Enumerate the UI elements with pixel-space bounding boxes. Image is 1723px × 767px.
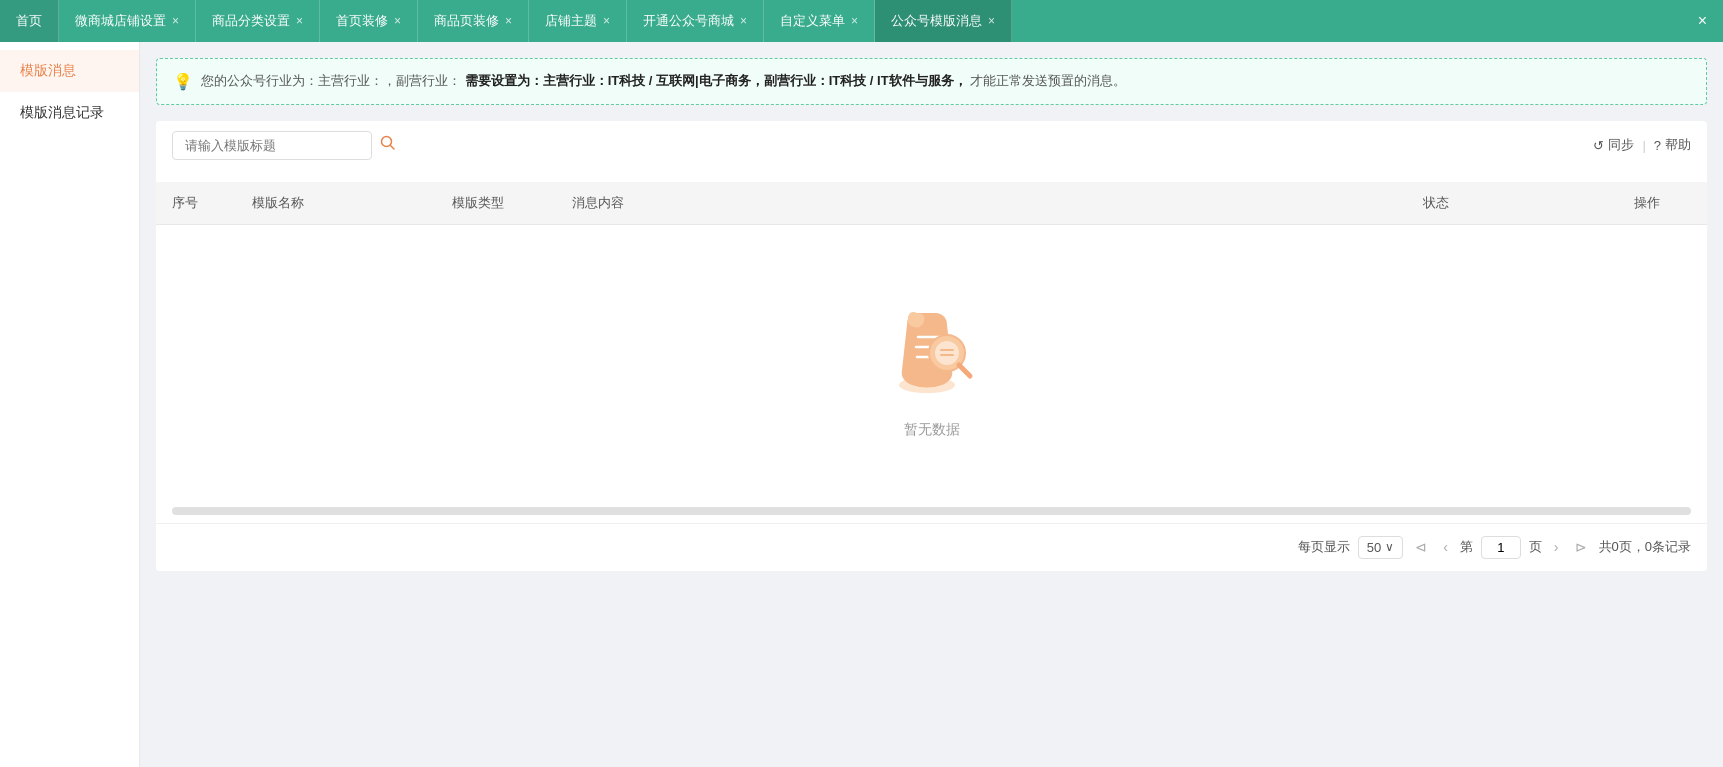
sync-label: 同步 xyxy=(1608,136,1634,154)
search-input[interactable] xyxy=(172,131,372,160)
sidebar-item-template-msg-label: 模版消息 xyxy=(20,62,76,78)
alert-suffix: 才能正常发送预置的消息。 xyxy=(970,73,1126,88)
nav-tab-open-mall-label: 开通公众号商城 xyxy=(643,12,734,30)
nav-tab-home[interactable]: 首页 xyxy=(0,0,59,42)
close-icon[interactable]: × xyxy=(851,14,858,28)
main-content: 💡 您的公众号行业为：主营行业：，副营行业： 需要设置为：主营行业：IT科技 /… xyxy=(140,42,1723,767)
nav-tab-homepage-decor[interactable]: 首页装修 × xyxy=(320,0,418,42)
sync-icon: ↺ xyxy=(1593,138,1604,153)
toolbar-right: ↺ 同步 | ? 帮助 xyxy=(1593,136,1691,154)
close-icon[interactable]: × xyxy=(296,14,303,28)
svg-point-7 xyxy=(935,341,959,365)
th-seq: 序号 xyxy=(156,182,236,224)
th-content: 消息内容 xyxy=(556,182,1407,224)
nav-tab-category-label: 商品分类设置 xyxy=(212,12,290,30)
alert-text: 您的公众号行业为：主营行业：，副营行业： 需要设置为：主营行业：IT科技 / 互… xyxy=(201,71,1126,92)
next-page-button[interactable]: › xyxy=(1550,537,1563,557)
page-input[interactable] xyxy=(1481,536,1521,559)
divider: | xyxy=(1642,138,1645,153)
search-button[interactable] xyxy=(380,135,396,155)
svg-line-8 xyxy=(959,365,970,376)
top-nav: 首页 微商城店铺设置 × 商品分类设置 × 首页装修 × 商品页装修 × 店铺主… xyxy=(0,0,1723,42)
bulb-icon: 💡 xyxy=(173,72,193,91)
th-seq-label: 序号 xyxy=(172,195,198,210)
total-info: 共0页，0条记录 xyxy=(1599,538,1691,556)
th-name-label: 模版名称 xyxy=(252,195,304,210)
empty-illustration xyxy=(872,285,992,405)
page-end-label: 页 xyxy=(1529,538,1542,556)
prev-page-button[interactable]: ‹ xyxy=(1439,537,1452,557)
scrollbar-area xyxy=(156,499,1707,523)
help-icon: ? xyxy=(1654,138,1661,153)
nav-tab-product-decor[interactable]: 商品页装修 × xyxy=(418,0,529,42)
chevron-down-icon: ∨ xyxy=(1385,540,1394,554)
th-status-label: 状态 xyxy=(1423,195,1449,210)
empty-text: 暂无数据 xyxy=(904,421,960,439)
nav-tab-home-label: 首页 xyxy=(16,12,42,30)
page-size-value: 50 xyxy=(1367,540,1381,555)
th-name: 模版名称 xyxy=(236,182,436,224)
nav-tab-micro-shop-label: 微商城店铺设置 xyxy=(75,12,166,30)
nav-tab-template-msg[interactable]: 公众号模版消息 × xyxy=(875,0,1012,42)
nav-tab-shop-theme-label: 店铺主题 xyxy=(545,12,597,30)
nav-tab-product-decor-label: 商品页装修 xyxy=(434,12,499,30)
close-icon[interactable]: × xyxy=(505,14,512,28)
nav-tab-template-msg-label: 公众号模版消息 xyxy=(891,12,982,30)
search-area xyxy=(172,131,396,160)
th-action: 操作 xyxy=(1587,182,1707,224)
close-icon[interactable]: × xyxy=(603,14,610,28)
nav-tab-shop-theme[interactable]: 店铺主题 × xyxy=(529,0,627,42)
sidebar-item-template-msg-record[interactable]: 模版消息记录 xyxy=(0,92,139,134)
nav-tab-homepage-decor-label: 首页装修 xyxy=(336,12,388,30)
alert-highlight: 需要设置为：主营行业：IT科技 / 互联网|电子商务，副营行业：IT科技 / I… xyxy=(465,73,967,88)
search-icon xyxy=(380,135,396,151)
close-icon[interactable]: × xyxy=(988,14,995,28)
th-action-label: 操作 xyxy=(1634,195,1660,210)
close-icon[interactable]: × xyxy=(394,14,401,28)
sidebar-item-template-msg-record-label: 模版消息记录 xyxy=(20,104,104,120)
alert-prefix: 您的公众号行业为：主营行业：，副营行业： xyxy=(201,73,461,88)
sidebar: 模版消息 模版消息记录 xyxy=(0,42,140,767)
first-page-button[interactable]: ⊲ xyxy=(1411,537,1431,557)
sync-button[interactable]: ↺ 同步 xyxy=(1593,136,1634,154)
page-size-select[interactable]: 50 ∨ xyxy=(1358,536,1403,559)
svg-line-1 xyxy=(391,146,395,150)
page-label: 第 xyxy=(1460,538,1473,556)
table-container: ↺ 同步 | ? 帮助 序号 模版名称 xyxy=(156,121,1707,571)
table-header: 序号 模版名称 模版类型 消息内容 状态 操作 xyxy=(156,182,1707,225)
layout: 模版消息 模版消息记录 💡 您的公众号行业为：主营行业：，副营行业： 需要设置为… xyxy=(0,42,1723,767)
help-button[interactable]: ? 帮助 xyxy=(1654,136,1691,154)
close-icon[interactable]: × xyxy=(740,14,747,28)
nav-tab-custom-menu[interactable]: 自定义菜单 × xyxy=(764,0,875,42)
sidebar-item-template-msg[interactable]: 模版消息 xyxy=(0,50,139,92)
nav-tab-open-mall[interactable]: 开通公众号商城 × xyxy=(627,0,764,42)
nav-tab-micro-shop[interactable]: 微商城店铺设置 × xyxy=(59,0,196,42)
th-type-label: 模版类型 xyxy=(452,195,504,210)
empty-state: 暂无数据 xyxy=(156,225,1707,499)
close-icon[interactable]: × xyxy=(172,14,179,28)
page-size-label: 每页显示 xyxy=(1298,538,1350,556)
th-type: 模版类型 xyxy=(436,182,556,224)
scroll-track[interactable] xyxy=(172,507,1691,515)
alert-box: 💡 您的公众号行业为：主营行业：，副营行业： 需要设置为：主营行业：IT科技 /… xyxy=(156,58,1707,105)
nav-tab-custom-menu-label: 自定义菜单 xyxy=(780,12,845,30)
last-page-button[interactable]: ⊳ xyxy=(1571,537,1591,557)
nav-tab-category[interactable]: 商品分类设置 × xyxy=(196,0,320,42)
help-label: 帮助 xyxy=(1665,136,1691,154)
search-toolbar: ↺ 同步 | ? 帮助 xyxy=(156,121,1707,170)
empty-svg xyxy=(872,285,992,405)
th-status: 状态 xyxy=(1407,182,1587,224)
close-all-button[interactable]: × xyxy=(1682,12,1723,30)
th-content-label: 消息内容 xyxy=(572,195,624,210)
pagination: 每页显示 50 ∨ ⊲ ‹ 第 页 › ⊳ 共0页，0条记录 xyxy=(156,523,1707,571)
